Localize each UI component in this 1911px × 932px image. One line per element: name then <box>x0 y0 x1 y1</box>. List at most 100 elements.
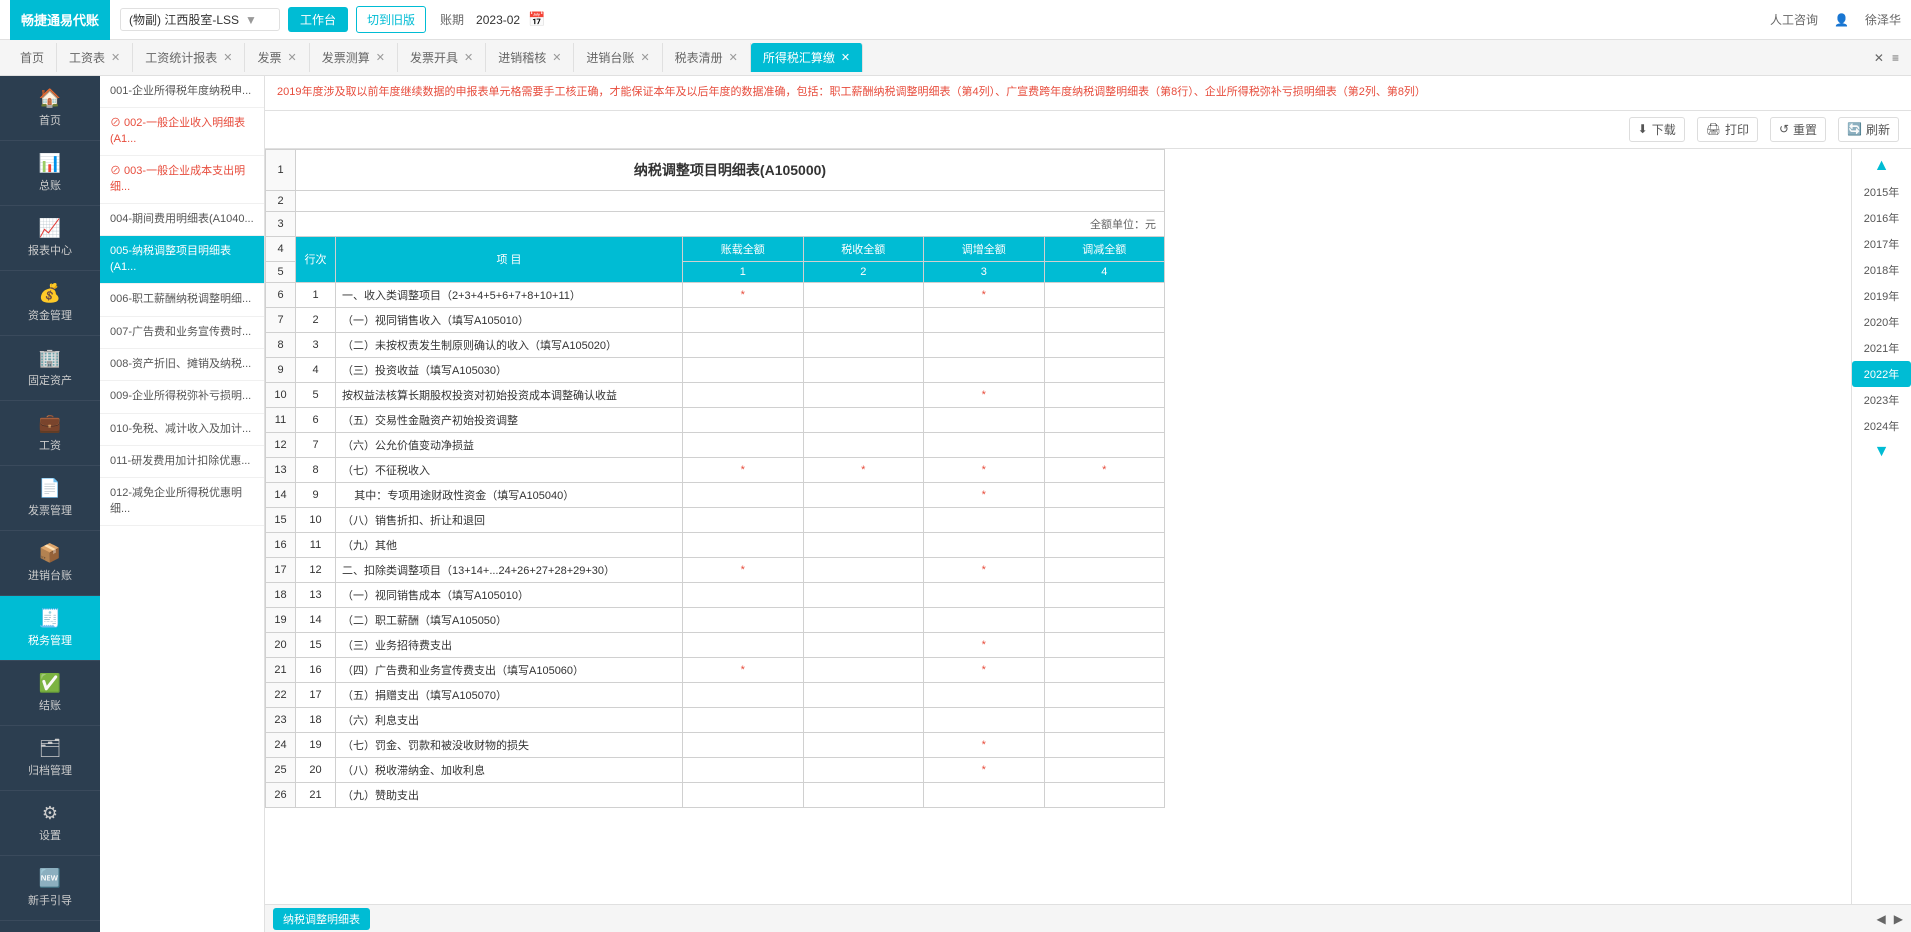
year-2021[interactable]: 2021年 <box>1852 335 1911 361</box>
old-version-button[interactable]: 切到旧版 <box>356 6 426 33</box>
table-row: 8 3 （二）未按权责发生制原则确认的收入（填写A105020） <box>266 332 1165 357</box>
left-item-009[interactable]: 009-企业所得税弥补亏损明... <box>100 381 264 413</box>
sidebar-item-assets[interactable]: 🏢 固定资产 <box>0 336 100 401</box>
year-2024[interactable]: 2024年 <box>1852 413 1911 439</box>
reset-icon: ↺ <box>1779 122 1789 136</box>
tab-close-income-tax[interactable]: ✕ <box>841 51 850 64</box>
tab-close-invoice-open[interactable]: ✕ <box>464 51 473 64</box>
tab-close-audit[interactable]: ✕ <box>552 51 561 64</box>
tab-audit[interactable]: 进销稽核 ✕ <box>486 43 574 72</box>
sidebar-item-archive[interactable]: 🗂 归档管理 <box>0 726 100 791</box>
tab-menu-icon[interactable]: ≡ <box>1892 51 1899 65</box>
tab-close-invoice[interactable]: ✕ <box>288 51 297 64</box>
spreadsheet-area: 1 纳税调整项目明细表(A105000) 2 3 全额单位：元 <box>265 149 1911 904</box>
tab-close-ledger[interactable]: ✕ <box>640 51 649 64</box>
sidebar: 🏠 首页 📊 总账 📈 报表中心 💰 资金管理 🏢 固定资产 💼 工资 📄 发票… <box>0 76 100 932</box>
sidebar-item-ledger[interactable]: 📊 总账 <box>0 141 100 206</box>
refresh-button[interactable]: 🔄 刷新 <box>1838 117 1899 142</box>
col-sub-3: 3 <box>924 261 1044 282</box>
sidebar-item-settings[interactable]: ⚙ 设置 <box>0 791 100 856</box>
tab-close-payroll-report[interactable]: ✕ <box>223 51 232 64</box>
table-header-row-1: 4 行次 项 目 账载全额 税收全额 调增全额 调减全额 <box>266 236 1165 261</box>
sidebar-item-payroll[interactable]: 💼 工资 <box>0 401 100 466</box>
reset-button[interactable]: ↺ 重置 <box>1770 117 1826 142</box>
year-2022[interactable]: 2022年 <box>1852 361 1911 387</box>
sidebar-item-tax[interactable]: 🧾 税务管理 <box>0 596 100 661</box>
left-item-003[interactable]: ⊘ 003-一般企业成本支出明细... <box>100 156 264 204</box>
year-2023[interactable]: 2023年 <box>1852 387 1911 413</box>
content-area: 001-企业所得税年度纳税申... ⊘ 002-一般企业收入明细表(A1... … <box>100 76 1911 932</box>
sidebar-item-finance[interactable]: 💰 资金管理 <box>0 271 100 336</box>
year-2017[interactable]: 2017年 <box>1852 231 1911 257</box>
table-row: 18 13 （一）视同销售成本（填写A105010） <box>266 582 1165 607</box>
left-panel: 001-企业所得税年度纳税申... ⊘ 002-一般企业收入明细表(A1... … <box>100 76 265 932</box>
sidebar-item-newguide[interactable]: 🆕 新手引导 <box>0 856 100 921</box>
left-item-004[interactable]: 004-期间费用明细表(A1040... <box>100 204 264 236</box>
sidebar-label-settlement: 结账 <box>39 697 61 713</box>
year-2018[interactable]: 2018年 <box>1852 257 1911 283</box>
bottom-tab-main[interactable]: 纳税调整明细表 <box>273 908 370 930</box>
tab-invoice-calc[interactable]: 发票测算 ✕ <box>310 43 398 72</box>
sidebar-item-settlement[interactable]: ✅ 结账 <box>0 661 100 726</box>
sidebar-item-purchase-sales[interactable]: 📦 进销台账 <box>0 531 100 596</box>
customer-service-link[interactable]: 人工咨询 <box>1770 11 1818 28</box>
scroll-right-button[interactable]: ▶ <box>1894 912 1903 926</box>
sidebar-item-reports[interactable]: 📈 报表中心 <box>0 206 100 271</box>
tab-taxclear[interactable]: 税表清册 ✕ <box>663 43 751 72</box>
sidebar-label-finance: 资金管理 <box>28 307 72 323</box>
table-row: 13 8 （七）不征税收入 * * * * <box>266 457 1165 482</box>
left-item-012[interactable]: 012-减免企业所得税优惠明细... <box>100 478 264 526</box>
year-scroll-up-button[interactable]: ▲ <box>1870 153 1894 179</box>
year-2019[interactable]: 2019年 <box>1852 283 1911 309</box>
sidebar-item-invoice-mgmt[interactable]: 📄 发票管理 <box>0 466 100 531</box>
tab-payroll-report[interactable]: 工资统计报表 ✕ <box>133 43 245 72</box>
year-2015[interactable]: 2015年 <box>1852 179 1911 205</box>
table-title-row: 1 纳税调整项目明细表(A105000) <box>266 149 1165 190</box>
sidebar-item-home[interactable]: 🏠 首页 <box>0 76 100 141</box>
year-2020[interactable]: 2020年 <box>1852 309 1911 335</box>
sidebar-item-member[interactable]: 👑 畅会员 <box>0 921 100 932</box>
download-button[interactable]: ⬇ 下载 <box>1629 117 1685 142</box>
col-header-amount1: 账载全额 <box>683 236 803 261</box>
left-item-011[interactable]: 011-研发费用加计扣除优惠... <box>100 446 264 478</box>
top-header: 畅捷通易代账 (物副) 江西股室-LSS ▼ 工作台 切到旧版 账期 2023-… <box>0 0 1911 40</box>
company-selector[interactable]: (物副) 江西股室-LSS ▼ <box>120 8 280 31</box>
left-item-002[interactable]: ⊘ 002-一般企业收入明细表(A1... <box>100 108 264 156</box>
tab-close-invoice-calc[interactable]: ✕ <box>376 51 385 64</box>
left-item-010[interactable]: 010-免税、减计收入及加计... <box>100 414 264 446</box>
refresh-icon: 🔄 <box>1847 122 1862 136</box>
tab-ledger[interactable]: 进销台账 ✕ <box>574 43 662 72</box>
user-name[interactable]: 徐泽华 <box>1865 11 1901 28</box>
print-button[interactable]: 🖨 打印 <box>1697 117 1758 142</box>
table-row: 21 16 （四）广告费和业务宣传费支出（填写A105060） * * <box>266 657 1165 682</box>
tab-close-taxclear[interactable]: ✕ <box>729 51 738 64</box>
left-item-006[interactable]: 006-职工薪酬纳税调整明细... <box>100 284 264 316</box>
table-row: 16 11 （九）其他 <box>266 532 1165 557</box>
year-2016[interactable]: 2016年 <box>1852 205 1911 231</box>
sidebar-label-settings: 设置 <box>39 827 61 843</box>
tab-invoice[interactable]: 发票 ✕ <box>245 43 309 72</box>
left-item-001[interactable]: 001-企业所得税年度纳税申... <box>100 76 264 108</box>
left-item-007[interactable]: 007-广告费和业务宣传费时... <box>100 317 264 349</box>
tab-close-payroll[interactable]: ✕ <box>111 51 120 64</box>
newguide-icon: 🆕 <box>39 868 61 889</box>
sub-layout: 001-企业所得税年度纳税申... ⊘ 002-一般企业收入明细表(A1... … <box>100 76 1911 932</box>
tab-payroll[interactable]: 工资表 ✕ <box>57 43 133 72</box>
calendar-icon[interactable]: 📅 <box>528 11 545 28</box>
tab-close-all[interactable]: ✕ <box>1874 51 1884 65</box>
left-item-008[interactable]: 008-资产折旧、摊销及纳税... <box>100 349 264 381</box>
sidebar-label-payroll: 工资 <box>39 437 61 453</box>
tab-income-tax[interactable]: 所得税汇算缴 ✕ <box>751 43 863 72</box>
table-row: 22 17 （五）捐赠支出（填写A105070） <box>266 682 1165 707</box>
left-item-005[interactable]: 005-纳税调整项目明细表(A1... <box>100 236 264 284</box>
tab-home[interactable]: 首页 <box>8 43 57 72</box>
settlement-icon: ✅ <box>39 673 61 694</box>
scroll-left-button[interactable]: ◀ <box>1877 912 1886 926</box>
main-layout: 🏠 首页 📊 总账 📈 报表中心 💰 资金管理 🏢 固定资产 💼 工资 📄 发票… <box>0 76 1911 932</box>
spreadsheet-main[interactable]: 1 纳税调整项目明细表(A105000) 2 3 全额单位：元 <box>265 149 1851 904</box>
year-scroll-down-button[interactable]: ▼ <box>1870 439 1894 465</box>
table-row: 19 14 （二）职工薪酬（填写A105050） <box>266 607 1165 632</box>
tab-invoice-open[interactable]: 发票开具 ✕ <box>398 43 486 72</box>
archive-icon: 🗂 <box>39 738 62 759</box>
workbench-button[interactable]: 工作台 <box>288 7 348 32</box>
